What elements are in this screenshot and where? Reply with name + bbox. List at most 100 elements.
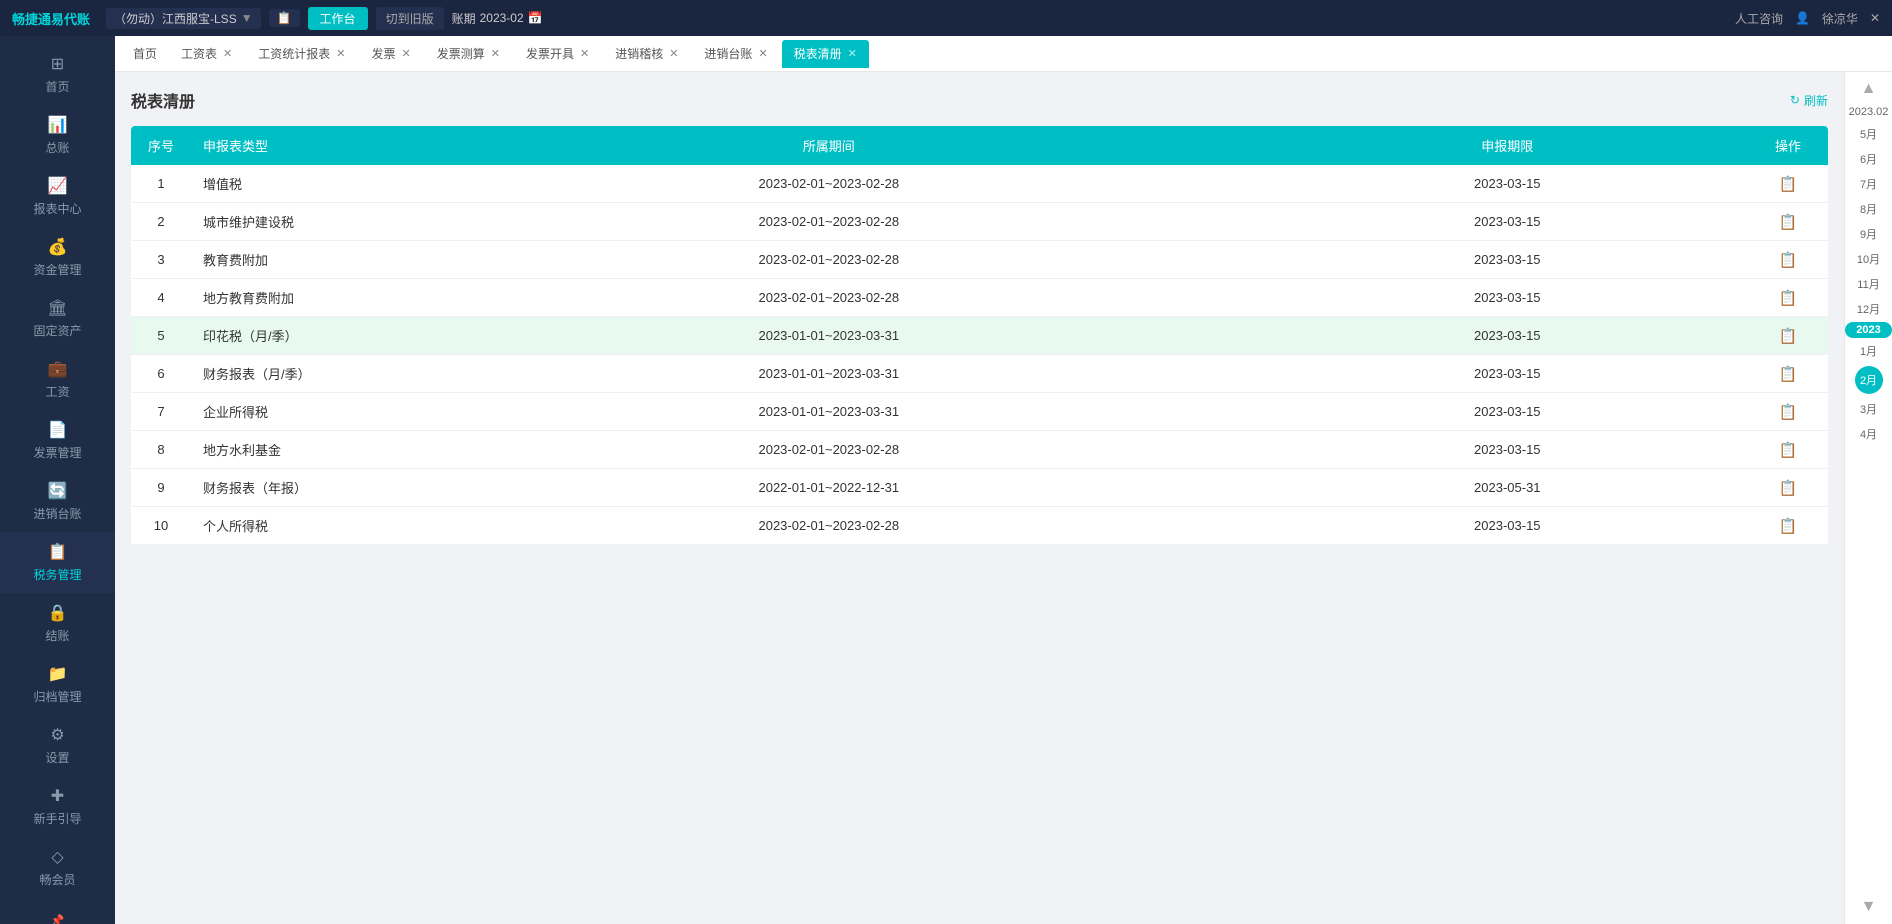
sidebar-item-label: 工资 xyxy=(45,383,69,400)
cell-type: 地方教育费附加 xyxy=(191,279,391,317)
cell-type: 个人所得税 xyxy=(191,507,391,545)
funds-icon: 💰 xyxy=(48,237,68,257)
workspace-button[interactable]: 工作台 xyxy=(308,7,368,30)
sidebar-item-settings[interactable]: ⚙ 设置 xyxy=(0,715,115,776)
sidebar-item-home[interactable]: ⊞ 首页 xyxy=(0,44,115,105)
tab-close-icon[interactable]: ✕ xyxy=(491,47,500,60)
tab-home[interactable]: 首页 xyxy=(123,40,167,68)
tab-close-icon[interactable]: ✕ xyxy=(336,47,345,60)
sidebar-item-ledger[interactable]: 📊 总账 xyxy=(0,105,115,166)
cell-period: 2023-01-01~2023-03-31 xyxy=(391,317,1267,355)
sidebar-item-guide[interactable]: ✚ 新手引导 xyxy=(0,776,115,837)
cancel-fixed-button[interactable]: 📌 取消固定 xyxy=(0,906,115,924)
tab-invoice-calc[interactable]: 发票测算 ✕ xyxy=(425,40,512,68)
sidebar-item-purchase[interactable]: 🔄 进销台账 xyxy=(0,471,115,532)
tab-label: 工资统计报表 xyxy=(258,45,330,62)
tab-purchase-audit[interactable]: 进销稽核 ✕ xyxy=(603,40,690,68)
col-header-period: 所属期间 xyxy=(391,126,1267,165)
page-title: 税表清册 xyxy=(131,88,195,112)
ledger-icon: 📊 xyxy=(48,115,68,135)
col-header-deadline: 申报期限 xyxy=(1267,126,1748,165)
month-item-12[interactable]: 12月 xyxy=(1845,297,1892,321)
sidebar-item-close[interactable]: 🔒 结账 xyxy=(0,593,115,654)
col-header-no: 序号 xyxy=(131,126,191,165)
action-edit-icon[interactable]: 📋 xyxy=(1779,214,1798,231)
archive-icon: 📁 xyxy=(48,664,68,684)
cell-deadline: 2023-03-15 xyxy=(1267,317,1748,355)
month-item-4[interactable]: 4月 xyxy=(1845,422,1892,446)
topbar-close-icon[interactable]: ✕ xyxy=(1870,11,1880,25)
cell-no: 9 xyxy=(131,469,191,507)
vip-icon: ◇ xyxy=(51,847,63,867)
sidebar-item-label: 税务管理 xyxy=(33,566,81,583)
action-edit-icon[interactable]: 📋 xyxy=(1779,404,1798,421)
action-edit-icon[interactable]: 📋 xyxy=(1779,442,1798,459)
action-edit-icon[interactable]: 📋 xyxy=(1779,480,1798,497)
month-item-2-active[interactable]: 2月 xyxy=(1855,366,1883,394)
month-item-7[interactable]: 7月 xyxy=(1845,172,1892,196)
cell-no: 2 xyxy=(131,203,191,241)
table-row: 5 印花税（月/季） 2023-01-01~2023-03-31 2023-03… xyxy=(131,317,1828,355)
tab-close-icon[interactable]: ✕ xyxy=(758,47,767,60)
cell-type: 地方水利基金 xyxy=(191,431,391,469)
tab-close-icon[interactable]: ✕ xyxy=(580,47,589,60)
month-item-11[interactable]: 11月 xyxy=(1845,272,1892,296)
cell-deadline: 2023-03-15 xyxy=(1267,355,1748,393)
tab-invoice-issue[interactable]: 发票开具 ✕ xyxy=(514,40,601,68)
tab-close-icon[interactable]: ✕ xyxy=(848,47,857,60)
tab-salary-table[interactable]: 工资表 ✕ xyxy=(169,40,244,68)
refresh-label: 刷新 xyxy=(1804,92,1828,109)
ai-consult-button[interactable]: 人工咨询 xyxy=(1735,10,1783,27)
tab-salary-stats[interactable]: 工资统计报表 ✕ xyxy=(246,40,357,68)
action-edit-icon[interactable]: 📋 xyxy=(1779,252,1798,269)
tab-close-icon[interactable]: ✕ xyxy=(669,47,678,60)
month-item-9[interactable]: 9月 xyxy=(1845,222,1892,246)
month-item-5[interactable]: 5月 xyxy=(1845,122,1892,146)
sidebar-item-assets[interactable]: 🏛 固定资产 xyxy=(0,288,115,349)
month-item-1[interactable]: 1月 xyxy=(1845,339,1892,363)
tab-close-icon[interactable]: ✕ xyxy=(402,47,411,60)
sidebar-item-funds[interactable]: 💰 资金管理 xyxy=(0,227,115,288)
refresh-button[interactable]: ↻ 刷新 xyxy=(1790,92,1828,109)
cell-period: 2022-01-01~2022-12-31 xyxy=(391,469,1267,507)
sidebar-item-vip[interactable]: ◇ 畅会员 xyxy=(0,837,115,898)
action-edit-icon[interactable]: 📋 xyxy=(1779,290,1798,307)
calendar-icon[interactable]: 📅 xyxy=(528,11,543,25)
pin-icon: 📌 xyxy=(51,914,65,924)
company-name: （勿动）江西服宝-LSS xyxy=(114,10,237,27)
cell-period: 2023-02-01~2023-02-28 xyxy=(391,165,1267,203)
action-edit-icon[interactable]: 📋 xyxy=(1779,328,1798,345)
old-version-button[interactable]: 切到旧版 xyxy=(376,7,444,30)
tab-purchase-ledger[interactable]: 进销台账 ✕ xyxy=(692,40,779,68)
cell-period: 2023-01-01~2023-03-31 xyxy=(391,355,1267,393)
sidebar-item-archive[interactable]: 📁 归档管理 xyxy=(0,654,115,715)
sidebar-item-reports[interactable]: 📈 报表中心 xyxy=(0,166,115,227)
panel-up-button[interactable]: ▲ xyxy=(1857,76,1881,102)
tab-close-icon[interactable]: ✕ xyxy=(223,47,232,60)
company-selector[interactable]: （勿动）江西服宝-LSS ▼ xyxy=(106,8,261,29)
action-edit-icon[interactable]: 📋 xyxy=(1779,518,1798,535)
month-item-3[interactable]: 3月 xyxy=(1845,397,1892,421)
sidebar-item-tax[interactable]: 📋 税务管理 xyxy=(0,532,115,593)
cell-action: 📋 xyxy=(1748,355,1828,393)
month-item-8[interactable]: 8月 xyxy=(1845,197,1892,221)
company-dropdown-icon: ▼ xyxy=(241,11,253,25)
tab-label: 发票测算 xyxy=(437,45,485,62)
sidebar-item-salary[interactable]: 💼 工资 xyxy=(0,349,115,410)
cell-action: 📋 xyxy=(1748,317,1828,355)
month-item-6[interactable]: 6月 xyxy=(1845,147,1892,171)
month-item-10[interactable]: 10月 xyxy=(1845,247,1892,271)
tab-tax-register[interactable]: 税表清册 ✕ xyxy=(782,40,869,68)
year-badge-2023[interactable]: 2023 xyxy=(1845,322,1892,338)
cell-action: 📋 xyxy=(1748,165,1828,203)
right-panel: ▲ 2023.02 5月 6月 7月 8月 9月 10月 11月 12月 202… xyxy=(1844,72,1892,924)
action-edit-icon[interactable]: 📋 xyxy=(1779,366,1798,383)
col-header-action: 操作 xyxy=(1748,126,1828,165)
panel-down-button[interactable]: ▼ xyxy=(1857,894,1881,920)
period-display: 账期 2023-02 📅 xyxy=(452,10,543,27)
tab-invoice[interactable]: 发票 ✕ xyxy=(359,40,422,68)
action-edit-icon[interactable]: 📋 xyxy=(1779,176,1798,193)
copy-button[interactable]: 📋 xyxy=(269,9,300,27)
sidebar-item-invoice[interactable]: 📄 发票管理 xyxy=(0,410,115,471)
cell-no: 7 xyxy=(131,393,191,431)
